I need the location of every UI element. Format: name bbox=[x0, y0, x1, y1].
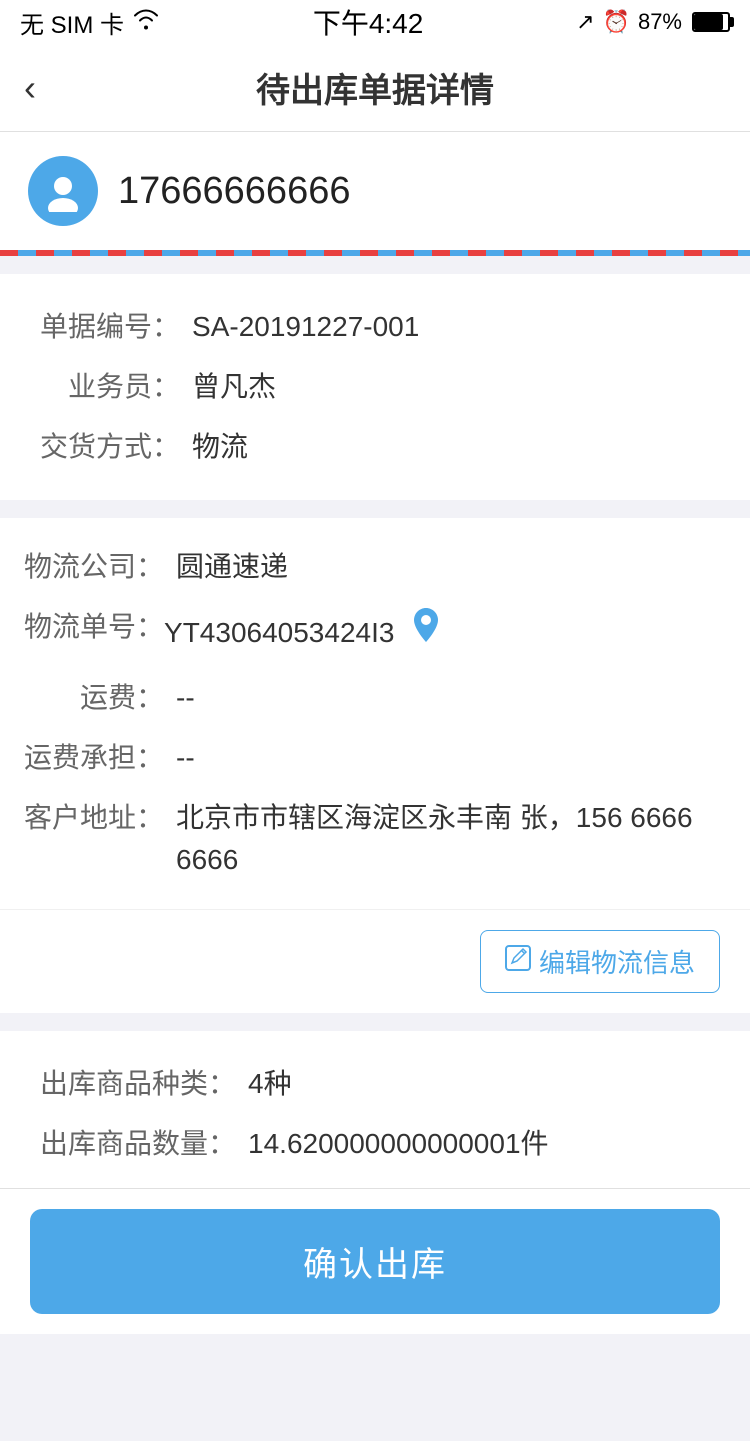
logistics-tracking-row: 物流单号： YT43064053424I3 bbox=[24, 606, 726, 659]
outbound-types-value: 4种 bbox=[248, 1063, 710, 1105]
wifi-icon bbox=[132, 8, 160, 36]
logistics-company-label: 物流公司： bbox=[24, 546, 164, 588]
logistics-card: 物流公司： 圆通速递 物流单号： YT43064053424I3 运费： bbox=[0, 518, 750, 909]
logistics-freight-value: -- bbox=[176, 677, 726, 719]
battery-label: 87% bbox=[638, 9, 682, 35]
order-no-label: 单据编号： bbox=[40, 306, 180, 348]
delivery-method-row: 交货方式： 物流 bbox=[40, 426, 710, 468]
sales-person-row: 业务员： 曾凡杰 bbox=[40, 366, 710, 408]
time-label: 下午4:42 bbox=[313, 2, 424, 42]
customer-phone: 17666666666 bbox=[118, 170, 350, 213]
outbound-types-label: 出库商品种类： bbox=[40, 1063, 236, 1105]
location-arrow-icon: ↗ bbox=[576, 9, 594, 35]
edit-logistics-button[interactable]: 编辑物流信息 bbox=[480, 930, 720, 993]
logistics-freight-bearer-label: 运费承担： bbox=[24, 737, 164, 779]
logistics-freight-bearer-row: 运费承担： -- bbox=[24, 737, 726, 779]
confirm-btn-container: 确认出库 bbox=[0, 1188, 750, 1334]
back-button[interactable]: ‹ bbox=[24, 67, 36, 109]
outbound-types-row: 出库商品种类： 4种 bbox=[40, 1063, 710, 1105]
outbound-quantity-value: 14.620000000000001件 bbox=[248, 1123, 710, 1165]
status-bar: 无 SIM 卡 下午4:42 ↗ ⏰ 87% bbox=[0, 0, 750, 44]
logistics-company-value: 圆通速递 bbox=[176, 546, 726, 588]
tracking-row: YT43064053424I3 bbox=[164, 606, 442, 659]
status-left: 无 SIM 卡 bbox=[20, 5, 160, 40]
logistics-wrapper: 物流公司： 圆通速递 物流单号： YT43064053424I3 运费： bbox=[0, 518, 750, 1013]
logistics-tracking-label: 物流单号： bbox=[24, 606, 164, 648]
sales-person-value: 曾凡杰 bbox=[192, 366, 710, 408]
order-info-section: 单据编号： SA-20191227-001 业务员： 曾凡杰 交货方式： 物流 bbox=[0, 274, 750, 500]
sales-person-label: 业务员： bbox=[40, 366, 180, 408]
carrier-label: 无 SIM 卡 bbox=[20, 5, 124, 40]
page-title: 待出库单据详情 bbox=[256, 63, 494, 112]
edit-icon bbox=[505, 945, 531, 978]
logistics-freight-bearer-value: -- bbox=[176, 737, 726, 779]
outbound-quantity-label: 出库商品数量： bbox=[40, 1123, 236, 1165]
battery-icon bbox=[692, 12, 730, 32]
alarm-icon: ⏰ bbox=[603, 9, 630, 35]
logistics-freight-row: 运费： -- bbox=[24, 677, 726, 719]
customer-header: 17666666666 bbox=[0, 132, 750, 250]
dashed-divider bbox=[0, 250, 750, 256]
delivery-method-value: 物流 bbox=[192, 426, 710, 468]
confirm-outbound-button[interactable]: 确认出库 bbox=[30, 1209, 720, 1314]
order-no-row: 单据编号： SA-20191227-001 bbox=[40, 306, 710, 348]
outbound-quantity-row: 出库商品数量： 14.620000000000001件 bbox=[40, 1123, 710, 1165]
logistics-freight-label: 运费： bbox=[24, 677, 164, 719]
avatar bbox=[28, 156, 98, 226]
edit-logistics-label: 编辑物流信息 bbox=[539, 943, 695, 980]
nav-bar: ‹ 待出库单据详情 bbox=[0, 44, 750, 132]
logistics-address-row: 客户地址： 北京市市辖区海淀区永丰南 张，156 6666 6666 bbox=[24, 797, 726, 881]
logistics-company-row: 物流公司： 圆通速递 bbox=[24, 546, 726, 588]
edit-btn-row: 编辑物流信息 bbox=[0, 909, 750, 1013]
logistics-address-value: 北京市市辖区海淀区永丰南 张，156 6666 6666 bbox=[176, 797, 726, 881]
logistics-address-label: 客户地址： bbox=[24, 797, 164, 839]
location-icon[interactable] bbox=[410, 606, 442, 659]
order-no-value: SA-20191227-001 bbox=[192, 306, 710, 348]
tracking-number: YT43064053424I3 bbox=[164, 612, 394, 654]
status-right: ↗ ⏰ 87% bbox=[576, 9, 730, 35]
outbound-section: 出库商品种类： 4种 出库商品数量： 14.620000000000001件 bbox=[0, 1031, 750, 1197]
delivery-method-label: 交货方式： bbox=[40, 426, 180, 468]
